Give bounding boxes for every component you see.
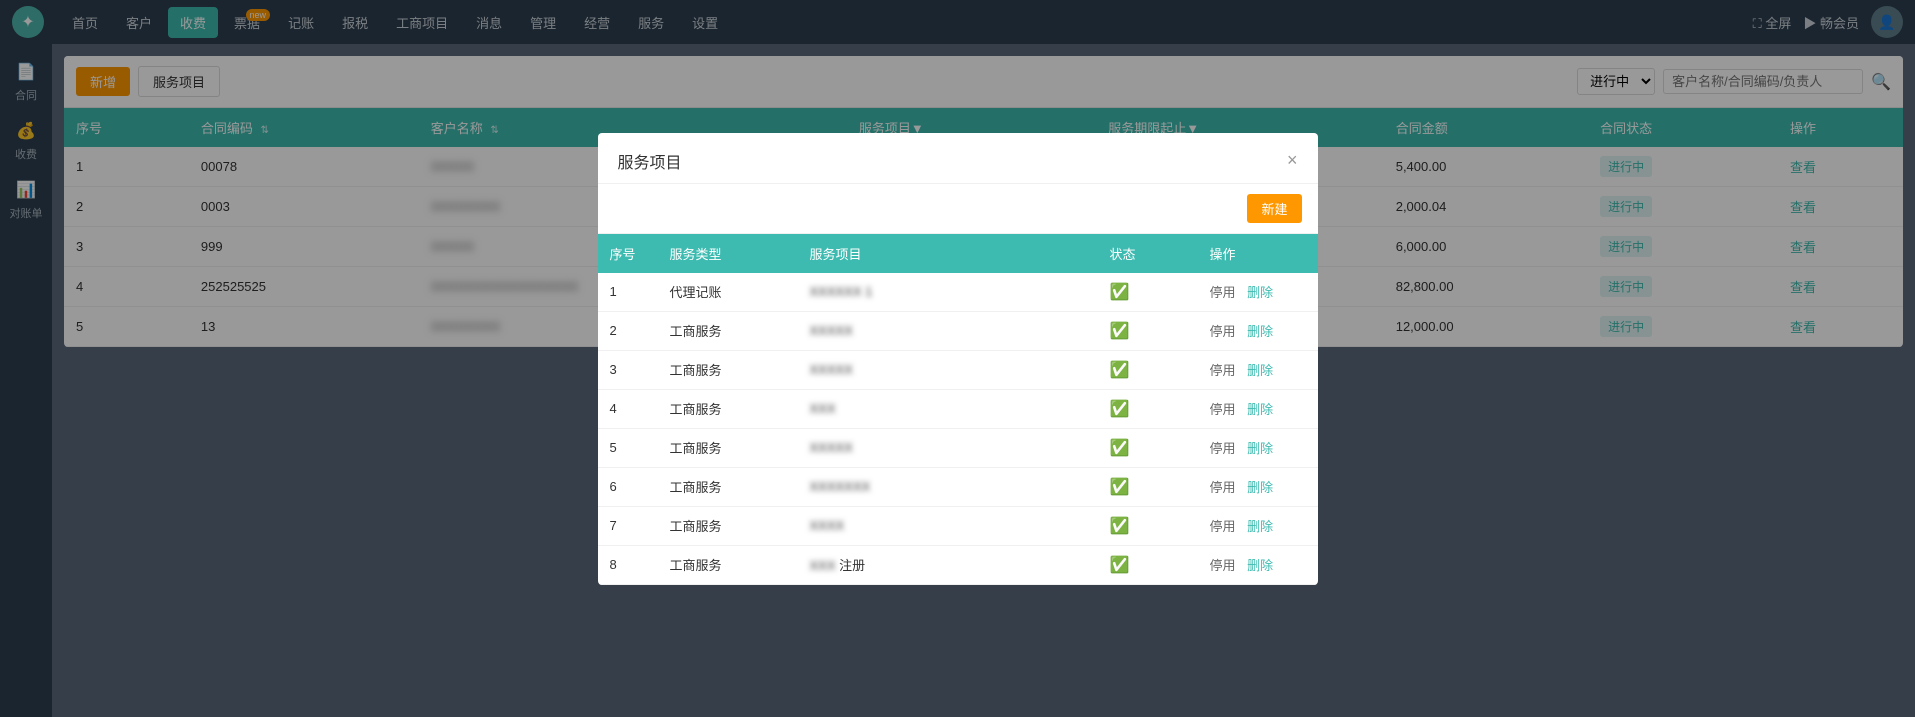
modal-cell-seq: 1 bbox=[598, 273, 658, 312]
modal-cell-status: ✅ bbox=[1098, 350, 1198, 389]
modal-toolbar: 新建 bbox=[598, 184, 1318, 234]
modal-cell-action: 停用 删除 bbox=[1198, 506, 1318, 545]
modal-cell-action: 停用 删除 bbox=[1198, 545, 1318, 584]
delete-button[interactable]: 删除 bbox=[1247, 321, 1273, 340]
modal-cell-type: 工商服务 bbox=[658, 350, 798, 389]
modal-cell-item: XXX bbox=[798, 389, 1098, 428]
modal-table-row: 2 工商服务 XXXXX ✅ 停用 删除 bbox=[598, 311, 1318, 350]
modal-table-row: 3 工商服务 XXXXX ✅ 停用 删除 bbox=[598, 350, 1318, 389]
modal-cell-item: XXXXXXX bbox=[798, 467, 1098, 506]
modal-cell-seq: 4 bbox=[598, 389, 658, 428]
stop-button[interactable]: 停用 bbox=[1210, 555, 1236, 574]
status-check-icon: ✅ bbox=[1110, 479, 1130, 496]
modal-cell-type: 工商服务 bbox=[658, 389, 798, 428]
modal-col-type: 服务类型 bbox=[658, 234, 798, 273]
modal-cell-item: XXXX bbox=[798, 506, 1098, 545]
modal-dialog: 服务项目 × 新建 序号 服务类型 服务项目 状态 操作 1 代理记账 bbox=[598, 133, 1318, 585]
modal-cell-seq: 3 bbox=[598, 350, 658, 389]
modal-cell-type: 工商服务 bbox=[658, 428, 798, 467]
status-check-icon: ✅ bbox=[1110, 284, 1130, 301]
status-check-icon: ✅ bbox=[1110, 518, 1130, 535]
modal-cell-action: 停用 删除 bbox=[1198, 311, 1318, 350]
stop-button[interactable]: 停用 bbox=[1210, 399, 1236, 418]
modal-cell-status: ✅ bbox=[1098, 389, 1198, 428]
delete-button[interactable]: 删除 bbox=[1247, 438, 1273, 457]
modal-table-row: 8 工商服务 XXX 注册 ✅ 停用 删除 bbox=[598, 545, 1318, 584]
modal-title: 服务项目 bbox=[618, 149, 682, 173]
modal-cell-status: ✅ bbox=[1098, 467, 1198, 506]
stop-button[interactable]: 停用 bbox=[1210, 438, 1236, 457]
modal-col-item: 服务项目 bbox=[798, 234, 1098, 273]
delete-button[interactable]: 删除 bbox=[1247, 477, 1273, 496]
modal-table-row: 6 工商服务 XXXXXXX ✅ 停用 删除 bbox=[598, 467, 1318, 506]
modal-cell-item: XXXXX bbox=[798, 350, 1098, 389]
modal-cell-type: 工商服务 bbox=[658, 506, 798, 545]
modal-col-status: 状态 bbox=[1098, 234, 1198, 273]
delete-button[interactable]: 删除 bbox=[1247, 555, 1273, 574]
modal-cell-item: XXXXX bbox=[798, 428, 1098, 467]
modal-new-button[interactable]: 新建 bbox=[1247, 194, 1301, 223]
modal-cell-action: 停用 删除 bbox=[1198, 389, 1318, 428]
modal-cell-status: ✅ bbox=[1098, 273, 1198, 312]
stop-button[interactable]: 停用 bbox=[1210, 477, 1236, 496]
modal-cell-status: ✅ bbox=[1098, 428, 1198, 467]
modal-col-seq: 序号 bbox=[598, 234, 658, 273]
delete-button[interactable]: 删除 bbox=[1247, 516, 1273, 535]
modal-cell-action: 停用 删除 bbox=[1198, 350, 1318, 389]
modal-header: 服务项目 × bbox=[598, 133, 1318, 184]
stop-button[interactable]: 停用 bbox=[1210, 360, 1236, 379]
modal-cell-action: 停用 删除 bbox=[1198, 273, 1318, 312]
modal-close-button[interactable]: × bbox=[1287, 150, 1298, 171]
status-check-icon: ✅ bbox=[1110, 401, 1130, 418]
delete-button[interactable]: 删除 bbox=[1247, 360, 1273, 379]
modal-header-row: 序号 服务类型 服务项目 状态 操作 bbox=[598, 234, 1318, 273]
modal-cell-type: 工商服务 bbox=[658, 311, 798, 350]
modal-table-row: 4 工商服务 XXX ✅ 停用 删除 bbox=[598, 389, 1318, 428]
modal-cell-item: XXX 注册 bbox=[798, 545, 1098, 584]
stop-button[interactable]: 停用 bbox=[1210, 282, 1236, 301]
modal-cell-type: 代理记账 bbox=[658, 273, 798, 312]
modal-cell-item: XXXXXX 1 bbox=[798, 273, 1098, 312]
status-check-icon: ✅ bbox=[1110, 440, 1130, 457]
modal-cell-action: 停用 删除 bbox=[1198, 467, 1318, 506]
modal-table-row: 1 代理记账 XXXXXX 1 ✅ 停用 删除 bbox=[598, 273, 1318, 312]
modal-cell-seq: 7 bbox=[598, 506, 658, 545]
stop-button[interactable]: 停用 bbox=[1210, 321, 1236, 340]
modal-table-row: 5 工商服务 XXXXX ✅ 停用 删除 bbox=[598, 428, 1318, 467]
modal-cell-seq: 5 bbox=[598, 428, 658, 467]
delete-button[interactable]: 删除 bbox=[1247, 399, 1273, 418]
modal-overlay[interactable]: 服务项目 × 新建 序号 服务类型 服务项目 状态 操作 1 代理记账 bbox=[0, 0, 1915, 717]
modal-cell-type: 工商服务 bbox=[658, 545, 798, 584]
modal-cell-status: ✅ bbox=[1098, 506, 1198, 545]
modal-cell-status: ✅ bbox=[1098, 311, 1198, 350]
modal-cell-item: XXXXX bbox=[798, 311, 1098, 350]
modal-cell-action: 停用 删除 bbox=[1198, 428, 1318, 467]
stop-button[interactable]: 停用 bbox=[1210, 516, 1236, 535]
modal-cell-seq: 8 bbox=[598, 545, 658, 584]
status-check-icon: ✅ bbox=[1110, 362, 1130, 379]
delete-button[interactable]: 删除 bbox=[1247, 282, 1273, 301]
status-check-icon: ✅ bbox=[1110, 557, 1130, 574]
modal-cell-seq: 2 bbox=[598, 311, 658, 350]
status-check-icon: ✅ bbox=[1110, 323, 1130, 340]
modal-col-action: 操作 bbox=[1198, 234, 1318, 273]
modal-table-body: 1 代理记账 XXXXXX 1 ✅ 停用 删除 2 工商服务 XXXXX ✅ 停… bbox=[598, 273, 1318, 585]
modal-cell-seq: 6 bbox=[598, 467, 658, 506]
modal-body: 序号 服务类型 服务项目 状态 操作 1 代理记账 XXXXXX 1 ✅ 停用 … bbox=[598, 234, 1318, 585]
modal-table-row: 7 工商服务 XXXX ✅ 停用 删除 bbox=[598, 506, 1318, 545]
modal-cell-status: ✅ bbox=[1098, 545, 1198, 584]
modal-table: 序号 服务类型 服务项目 状态 操作 1 代理记账 XXXXXX 1 ✅ 停用 … bbox=[598, 234, 1318, 585]
modal-cell-type: 工商服务 bbox=[658, 467, 798, 506]
